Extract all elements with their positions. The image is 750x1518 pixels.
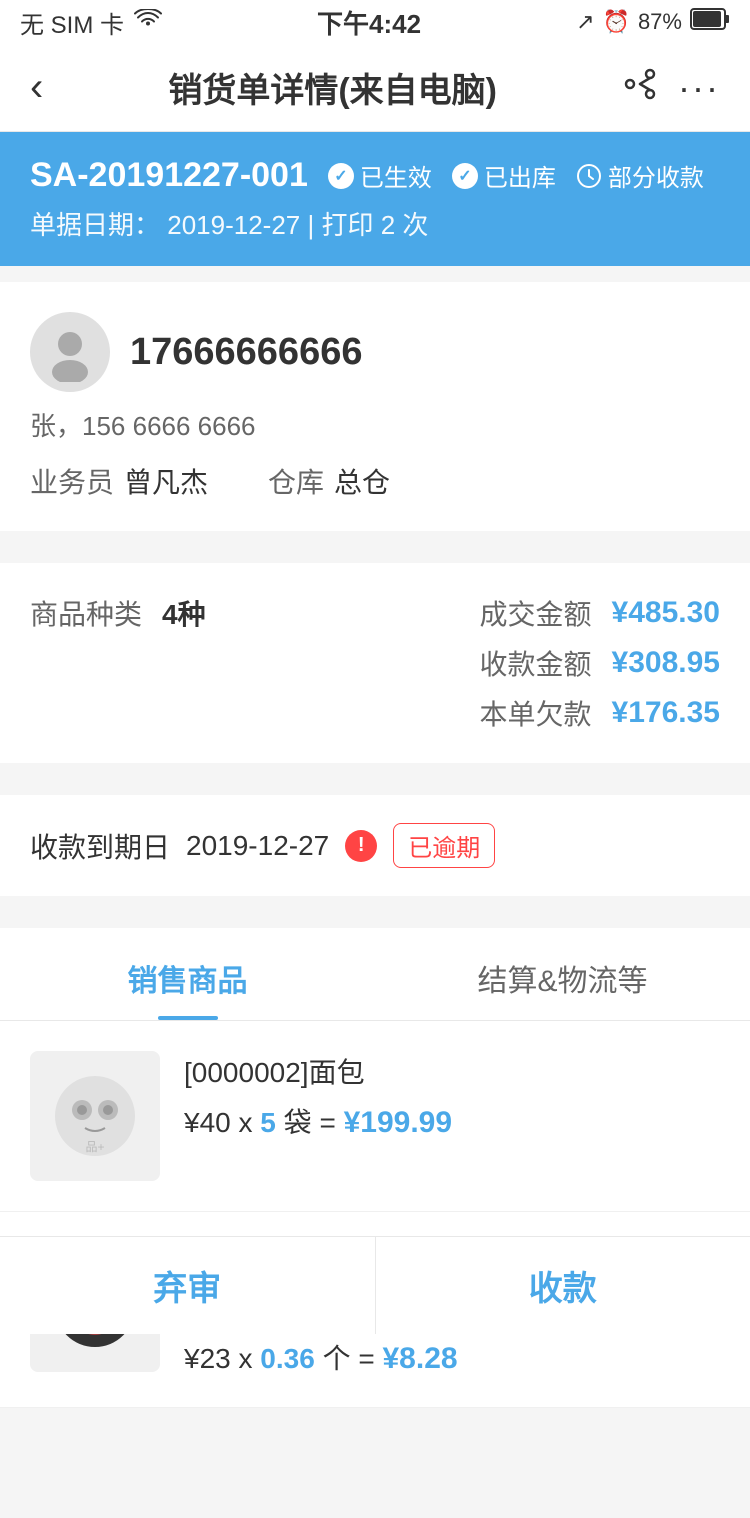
received-value: ¥308.95 — [612, 646, 720, 680]
nav-right[interactable]: ··· — [622, 66, 720, 109]
status-bar: 无 SIM 卡 下午4:42 ↗ ⏰ 87% — [0, 0, 750, 44]
print-count: 2 — [381, 210, 395, 240]
customer-phone: 17666666666 — [130, 331, 362, 374]
category-label: 商品种类 — [30, 593, 142, 633]
status-tag-partial: 部分收款 — [576, 158, 704, 193]
nav-title: 销货单详情(来自电脑) — [168, 63, 497, 112]
status-tag-effective: ✓ 已生效 — [328, 158, 432, 193]
product-price-2: ¥23 — [184, 1343, 231, 1374]
summary-left: 商品种类 4种 — [30, 593, 206, 633]
overdue-icon: ! — [345, 830, 377, 862]
status-effective: 已生效 — [360, 158, 432, 193]
alarm-icon: ⏰ — [603, 9, 630, 35]
debt-label: 本单欠款 — [480, 693, 592, 733]
product-info-1: [0000002]面包 ¥40 x 5 袋 = ¥199.99 — [184, 1051, 720, 1141]
print-label: | 打印 — [307, 210, 373, 240]
product-price-row-2: ¥23 x 0.36 个 = ¥8.28 — [184, 1337, 720, 1377]
salesperson-value: 曾凡杰 — [124, 461, 208, 501]
product-name-1: [0000002]面包 — [184, 1051, 720, 1091]
gap-3 — [0, 896, 750, 912]
debt-amount-row: 本单欠款 ¥176.35 — [480, 693, 720, 733]
price-eq-2: = — [358, 1343, 382, 1374]
product-price-1: ¥40 — [184, 1107, 231, 1138]
bottom-padding — [0, 1408, 750, 1518]
price-separator-1: x — [239, 1107, 261, 1138]
carrier-text: 无 SIM 卡 — [20, 5, 124, 40]
battery-icon — [690, 8, 730, 36]
tab-settlement[interactable]: 结算&物流等 — [375, 928, 750, 1020]
warehouse-item: 仓库 总仓 — [268, 461, 390, 501]
location-icon: ↗ — [576, 9, 594, 35]
product-qty-2: 0.36 — [260, 1343, 315, 1374]
gap-2 — [0, 763, 750, 779]
overdue-badge: 已逾期 — [393, 823, 495, 868]
cancel-button[interactable]: 弃审 — [0, 1237, 375, 1334]
status-time: 下午4:42 — [317, 4, 421, 41]
category-count: 4种 — [162, 593, 206, 633]
status-tag-shipped: ✓ 已出库 — [452, 158, 556, 193]
due-label: 收款到期日 — [30, 826, 170, 866]
salesperson-label: 业务员 — [30, 461, 114, 501]
customer-section: 17666666666 张，156 6666 6666 业务员 曾凡杰 仓库 总… — [0, 282, 750, 531]
tab-sales-label: 销售商品 — [128, 965, 248, 998]
deal-amount-value: ¥485.30 — [612, 596, 720, 630]
bottom-bar[interactable]: 弃审 收款 — [0, 1236, 750, 1334]
price-eq-1: = — [319, 1107, 343, 1138]
product-title-1: 面包 — [309, 1057, 365, 1088]
svg-text:品+: 品+ — [85, 1140, 104, 1154]
tabs-section: 销售商品 结算&物流等 — [0, 928, 750, 1021]
back-button[interactable]: ‹ — [30, 65, 43, 110]
product-unit-2: 个 — [323, 1343, 351, 1374]
order-id: SA-20191227-001 — [30, 156, 308, 195]
customer-info: 张，156 6666 6666 — [30, 406, 720, 443]
order-date-row: 单据日期： 2019-12-27 | 打印 2 次 — [30, 205, 720, 242]
order-header: SA-20191227-001 ✓ 已生效 ✓ 已出库 部分收款 单据日期： 2… — [0, 132, 750, 266]
customer-avatar — [30, 312, 110, 392]
battery-text: 87% — [638, 9, 682, 35]
nav-bar: ‹ 销货单详情(来自电脑) ··· — [0, 44, 750, 132]
product-code-1: [0000002] — [184, 1057, 309, 1088]
check-icon-1: ✓ — [328, 163, 354, 189]
tabs-row[interactable]: 销售商品 结算&物流等 — [0, 928, 750, 1020]
wifi-icon — [134, 8, 162, 36]
due-date: 2019-12-27 — [186, 830, 329, 862]
more-icon[interactable]: ··· — [678, 67, 720, 109]
warehouse-value: 总仓 — [334, 461, 390, 501]
debt-value: ¥176.35 — [612, 696, 720, 730]
products-section: 品+ [0000002]面包 ¥40 x 5 袋 = ¥199.99 — [0, 1021, 750, 1408]
status-partial: 部分收款 — [608, 158, 704, 193]
date-label: 单据日期： — [30, 210, 160, 240]
list-item: 品+ [0000002]面包 ¥40 x 5 袋 = ¥199.99 — [0, 1021, 750, 1212]
product-image-1: 品+ — [30, 1051, 160, 1181]
confirm-button[interactable]: 收款 — [375, 1237, 750, 1334]
customer-meta: 业务员 曾凡杰 仓库 总仓 — [30, 461, 720, 501]
deal-amount-row: 成交金额 ¥485.30 — [480, 593, 720, 633]
product-unit-1: 袋 — [284, 1107, 312, 1138]
tab-settlement-label: 结算&物流等 — [477, 965, 647, 998]
status-right: ↗ ⏰ 87% — [576, 8, 730, 36]
gap-1 — [0, 531, 750, 547]
received-label: 收款金额 — [480, 643, 592, 683]
due-section: 收款到期日 2019-12-27 ! 已逾期 — [0, 795, 750, 896]
status-left: 无 SIM 卡 — [20, 5, 162, 40]
tab-sales-products[interactable]: 销售商品 — [0, 928, 375, 1020]
received-amount-row: 收款金额 ¥308.95 — [480, 643, 720, 683]
order-date: 2019-12-27 — [167, 210, 300, 240]
summary-right: 成交金额 ¥485.30 收款金额 ¥308.95 本单欠款 ¥176.35 — [480, 593, 720, 733]
print-suffix: 次 — [402, 210, 428, 240]
product-price-row-1: ¥40 x 5 袋 = ¥199.99 — [184, 1101, 720, 1141]
check-icon-2: ✓ — [452, 163, 478, 189]
product-total-1: ¥199.99 — [344, 1106, 452, 1139]
summary-section: 商品种类 4种 成交金额 ¥485.30 收款金额 ¥308.95 本单欠款 ¥… — [0, 563, 750, 763]
nav-left[interactable]: ‹ — [30, 65, 43, 110]
salesperson-item: 业务员 曾凡杰 — [30, 461, 208, 501]
status-shipped: 已出库 — [484, 158, 556, 193]
share-icon[interactable] — [622, 66, 658, 109]
product-total-2: ¥8.28 — [383, 1342, 458, 1375]
warehouse-label: 仓库 — [268, 461, 324, 501]
deal-amount-label: 成交金额 — [480, 593, 592, 633]
price-separator-2: x — [239, 1343, 261, 1374]
product-qty-1: 5 — [260, 1107, 276, 1138]
